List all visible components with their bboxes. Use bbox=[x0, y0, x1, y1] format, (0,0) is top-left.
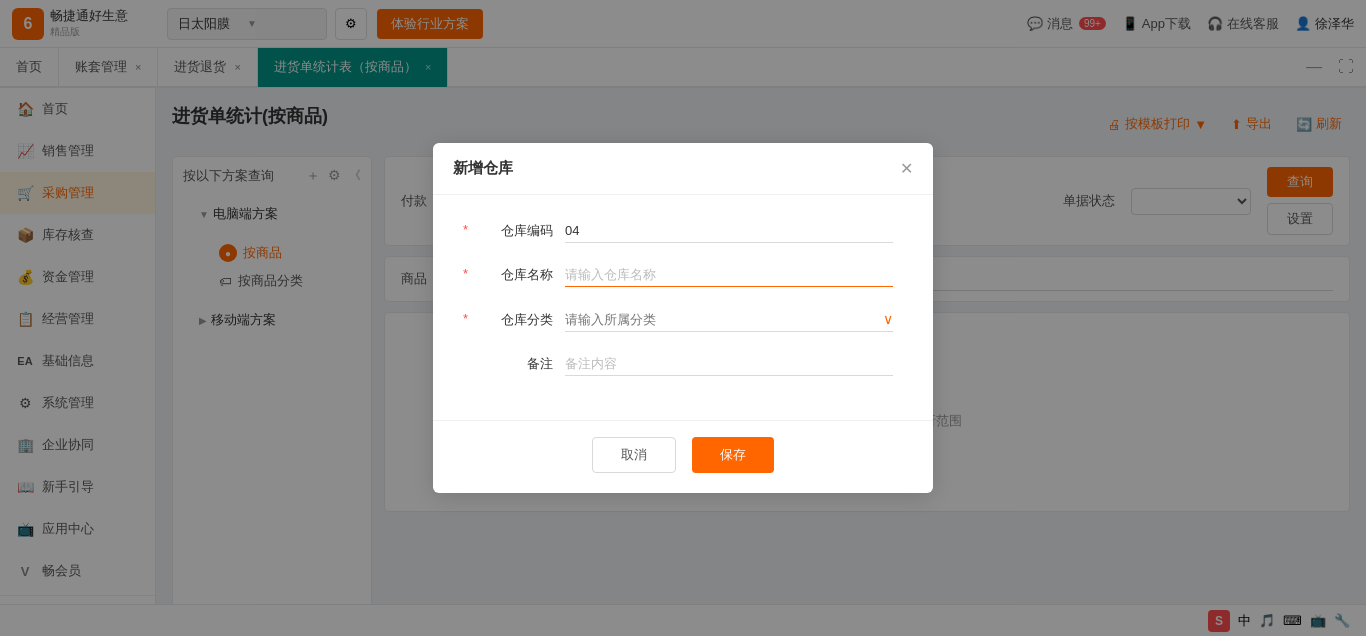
code-input[interactable] bbox=[565, 219, 893, 243]
category-select[interactable]: ∨ bbox=[565, 307, 893, 332]
modal-close-button[interactable]: ✕ bbox=[900, 159, 913, 178]
chevron-down-icon: ∨ bbox=[883, 311, 893, 327]
category-input[interactable] bbox=[565, 312, 883, 327]
cancel-button[interactable]: 取消 bbox=[592, 437, 676, 473]
save-button[interactable]: 保存 bbox=[692, 437, 774, 473]
modal-overlay: 新增仓库 ✕ 仓库编码 仓库名称 仓库分类 ∨ bbox=[0, 0, 1366, 636]
modal-header: 新增仓库 ✕ bbox=[433, 143, 933, 195]
form-row-note: 备注 bbox=[473, 352, 893, 376]
form-row-category: 仓库分类 ∨ bbox=[473, 307, 893, 332]
name-label: 仓库名称 bbox=[473, 266, 553, 284]
modal-footer: 取消 保存 bbox=[433, 420, 933, 493]
form-row-code: 仓库编码 bbox=[473, 219, 893, 243]
name-input[interactable] bbox=[565, 263, 893, 287]
note-input[interactable] bbox=[565, 352, 893, 376]
category-label: 仓库分类 bbox=[473, 311, 553, 329]
modal-add-warehouse: 新增仓库 ✕ 仓库编码 仓库名称 仓库分类 ∨ bbox=[433, 143, 933, 493]
modal-body: 仓库编码 仓库名称 仓库分类 ∨ 备注 bbox=[433, 195, 933, 420]
code-label: 仓库编码 bbox=[473, 222, 553, 240]
form-row-name: 仓库名称 bbox=[473, 263, 893, 287]
note-label: 备注 bbox=[473, 355, 553, 373]
modal-title: 新增仓库 bbox=[453, 159, 513, 178]
